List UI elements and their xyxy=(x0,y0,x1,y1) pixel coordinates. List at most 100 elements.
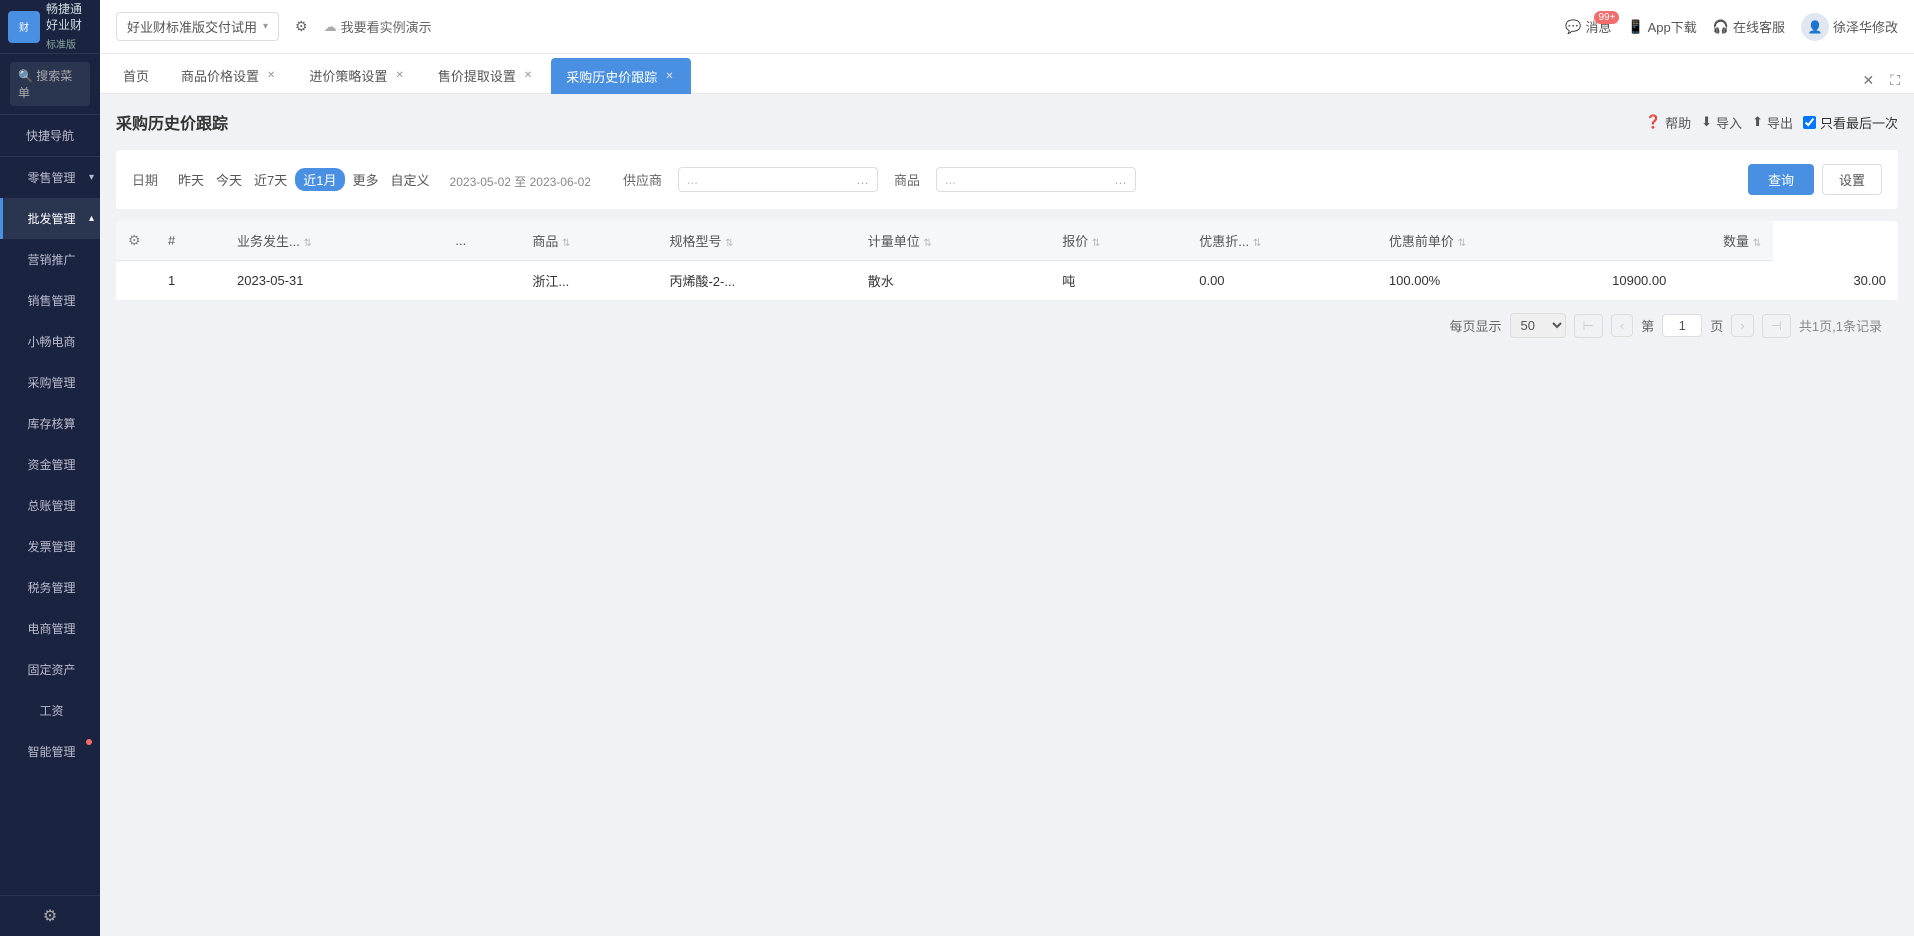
sidebar-item-sales[interactable]: 销售管理 xyxy=(0,280,100,321)
tab-purchase-history[interactable]: 采购历史价跟踪 ✕ xyxy=(551,58,690,94)
next-page-button[interactable]: › xyxy=(1731,314,1753,337)
query-button[interactable]: 查询 xyxy=(1748,164,1814,195)
app-download-icon: 📱 xyxy=(1627,19,1643,35)
supplier-input-value: ... xyxy=(687,172,698,187)
first-page-button[interactable]: ⊢ xyxy=(1574,314,1603,338)
import-button[interactable]: ⬇ 导入 xyxy=(1701,113,1742,132)
only-last-label: 只看最后一次 xyxy=(1820,113,1898,132)
only-last-checkbox[interactable] xyxy=(1803,116,1816,129)
tabs-maximize-button[interactable]: ⛶ xyxy=(1884,68,1906,93)
date-1month-btn[interactable]: 近1月 xyxy=(295,168,344,191)
tabs-close-button[interactable]: ✕ xyxy=(1856,68,1880,93)
tab-goods-price-close[interactable]: ✕ xyxy=(265,68,277,83)
column-quantity[interactable]: 数量 ⇅ xyxy=(1600,221,1773,261)
date-more-btn[interactable]: 更多 xyxy=(349,168,383,191)
tab-purchase-history-close[interactable]: ✕ xyxy=(663,69,675,84)
sidebar-item-finance[interactable]: 资金管理 xyxy=(0,444,100,485)
sidebar-item-ecommerce-small[interactable]: 小畅电商 xyxy=(0,321,100,362)
sort-goods-icon[interactable]: ⇅ xyxy=(562,238,570,249)
sidebar-item-label: 批发管理 xyxy=(27,210,75,227)
prev-page-button[interactable]: ‹ xyxy=(1611,314,1633,337)
filter-settings-button[interactable]: 设置 xyxy=(1822,164,1882,195)
column-more[interactable]: ... xyxy=(443,221,520,261)
results-table: ⚙ # 业务发生... ⇅ ... 商品 ⇅ xyxy=(116,221,1898,301)
row-1-settings xyxy=(116,261,156,301)
sidebar-item-payroll[interactable]: 工资 xyxy=(0,690,100,731)
sidebar-item-tax[interactable]: 税务管理 xyxy=(0,567,100,608)
column-discount[interactable]: 优惠折... ⇅ xyxy=(1187,221,1377,261)
tab-home[interactable]: 首页 xyxy=(108,57,164,93)
help-button[interactable]: ❓ 帮助 xyxy=(1645,113,1691,132)
app-download-label: App下载 xyxy=(1648,17,1697,36)
sidebar-item-label: 零售管理 xyxy=(27,169,75,186)
sidebar-item-marketing[interactable]: 营销推广 xyxy=(0,239,100,280)
column-goods[interactable]: 商品 ⇅ xyxy=(520,221,657,261)
sort-quantity-icon[interactable]: ⇅ xyxy=(1753,238,1761,249)
sort-price-icon[interactable]: ⇅ xyxy=(1092,238,1100,249)
messages-button[interactable]: 💬 消息 99+ xyxy=(1565,17,1611,36)
online-service-button[interactable]: 🎧 在线客服 xyxy=(1713,17,1785,36)
sidebar-quick-nav: 快捷导航 xyxy=(0,115,100,157)
column-settings[interactable]: ⚙ xyxy=(116,221,156,261)
tab-purchase-history-label: 采购历史价跟踪 xyxy=(566,67,657,86)
date-yesterday-btn[interactable]: 昨天 xyxy=(174,168,208,191)
edition-selector[interactable]: 好业财标准版交付试用 ▾ xyxy=(116,12,279,41)
sort-spec-icon[interactable]: ⇅ xyxy=(725,238,733,249)
topbar: 好业财标准版交付试用 ▾ ⚙ ☁ 我要看实例演示 💬 消息 99+ 📱 App下… xyxy=(100,0,1914,54)
tab-purchase-price[interactable]: 进价策略设置 ✕ xyxy=(294,57,420,93)
sidebar-search-button[interactable]: 🔍 搜索菜单 xyxy=(10,62,90,106)
topbar-settings-button[interactable]: ⚙ xyxy=(291,14,312,39)
filter-row: 日期 昨天 今天 近7天 近1月 更多 自定义 2023-05-02 至 202… xyxy=(132,164,1882,195)
date-custom-btn[interactable]: 自定义 xyxy=(387,168,434,191)
sidebar-item-retail[interactable]: 零售管理 ▾ xyxy=(0,157,100,198)
table-settings-icon[interactable]: ⚙ xyxy=(128,232,141,248)
sidebar-item-wholesale[interactable]: 批发管理 ▴ xyxy=(0,198,100,239)
sidebar-item-fixed-assets[interactable]: 固定资产 xyxy=(0,649,100,690)
sort-pre-discount-icon[interactable]: ⇅ xyxy=(1458,238,1466,249)
supplier-filter-label: 供应商 xyxy=(623,170,662,189)
data-table: ⚙ # 业务发生... ⇅ ... 商品 ⇅ xyxy=(116,221,1898,301)
sidebar-item-inventory[interactable]: 库存核算 xyxy=(0,403,100,444)
sidebar-settings-button[interactable]: ⚙ xyxy=(43,906,57,926)
tab-bar: 首页 商品价格设置 ✕ 进价策略设置 ✕ 售价提取设置 ✕ 采购历史价跟踪 ✕ … xyxy=(100,54,1914,94)
sidebar-bottom: ⚙ xyxy=(0,895,100,936)
sidebar-item-ai[interactable]: 智能管理 xyxy=(0,731,100,772)
goods-input[interactable]: ... … xyxy=(936,167,1136,192)
sidebar-menu: 零售管理 ▾ 批发管理 ▴ 营销推广 销售管理 小畅电商 采购管理 库存核算 资… xyxy=(0,157,100,895)
tab-goods-price[interactable]: 商品价格设置 ✕ xyxy=(166,57,292,93)
sidebar-item-invoice[interactable]: 发票管理 xyxy=(0,526,100,567)
sort-biz-date-icon[interactable]: ⇅ xyxy=(303,238,311,249)
edition-label: 好业财标准版交付试用 xyxy=(127,17,257,36)
sidebar-item-purchase[interactable]: 采购管理 xyxy=(0,362,100,403)
column-pre-discount-price[interactable]: 优惠前单价 ⇅ xyxy=(1377,221,1600,261)
page-input[interactable] xyxy=(1662,314,1702,337)
row-1-pre-discount-price: 10900.00 xyxy=(1600,261,1773,301)
tab-goods-price-label: 商品价格设置 xyxy=(181,66,259,85)
user-profile-button[interactable]: 👤 徐泽华修改 xyxy=(1801,13,1898,41)
export-button[interactable]: ⬆ 导出 xyxy=(1752,113,1793,132)
supplier-input[interactable]: ... … xyxy=(678,167,878,192)
page-title: 采购历史价跟踪 xyxy=(116,110,228,134)
sidebar-item-label: 营销推广 xyxy=(27,251,75,268)
column-price[interactable]: 报价 ⇅ xyxy=(1050,221,1187,261)
tab-selling-price-close[interactable]: ✕ xyxy=(522,68,534,83)
tab-purchase-price-close[interactable]: ✕ xyxy=(393,68,405,83)
per-page-select[interactable]: 20 50 100 xyxy=(1510,313,1566,338)
column-unit[interactable]: 计量单位 ⇅ xyxy=(856,221,1050,261)
sidebar-item-ecommerce[interactable]: 电商管理 xyxy=(0,608,100,649)
sort-discount-icon[interactable]: ⇅ xyxy=(1253,238,1261,249)
tab-selling-price[interactable]: 售价提取设置 ✕ xyxy=(423,57,549,93)
sort-unit-icon[interactable]: ⇅ xyxy=(923,238,931,249)
help-label: 帮助 xyxy=(1665,113,1691,132)
last-page-button[interactable]: ⊣ xyxy=(1762,314,1791,338)
date-7days-btn[interactable]: 近7天 xyxy=(250,168,291,191)
column-biz-date[interactable]: 业务发生... ⇅ xyxy=(225,221,443,261)
column-spec[interactable]: 规格型号 ⇅ xyxy=(657,221,855,261)
date-today-btn[interactable]: 今天 xyxy=(212,168,246,191)
demo-button[interactable]: ☁ 我要看实例演示 xyxy=(324,17,432,36)
sidebar-item-general-ledger[interactable]: 总账管理 xyxy=(0,485,100,526)
quick-nav-button[interactable]: 快捷导航 xyxy=(0,119,100,152)
app-download-button[interactable]: 📱 App下载 xyxy=(1627,17,1696,36)
goods-filter-label: 商品 xyxy=(894,170,920,189)
sidebar-logo: 财 畅捷通好业财 标准版 xyxy=(0,0,100,54)
